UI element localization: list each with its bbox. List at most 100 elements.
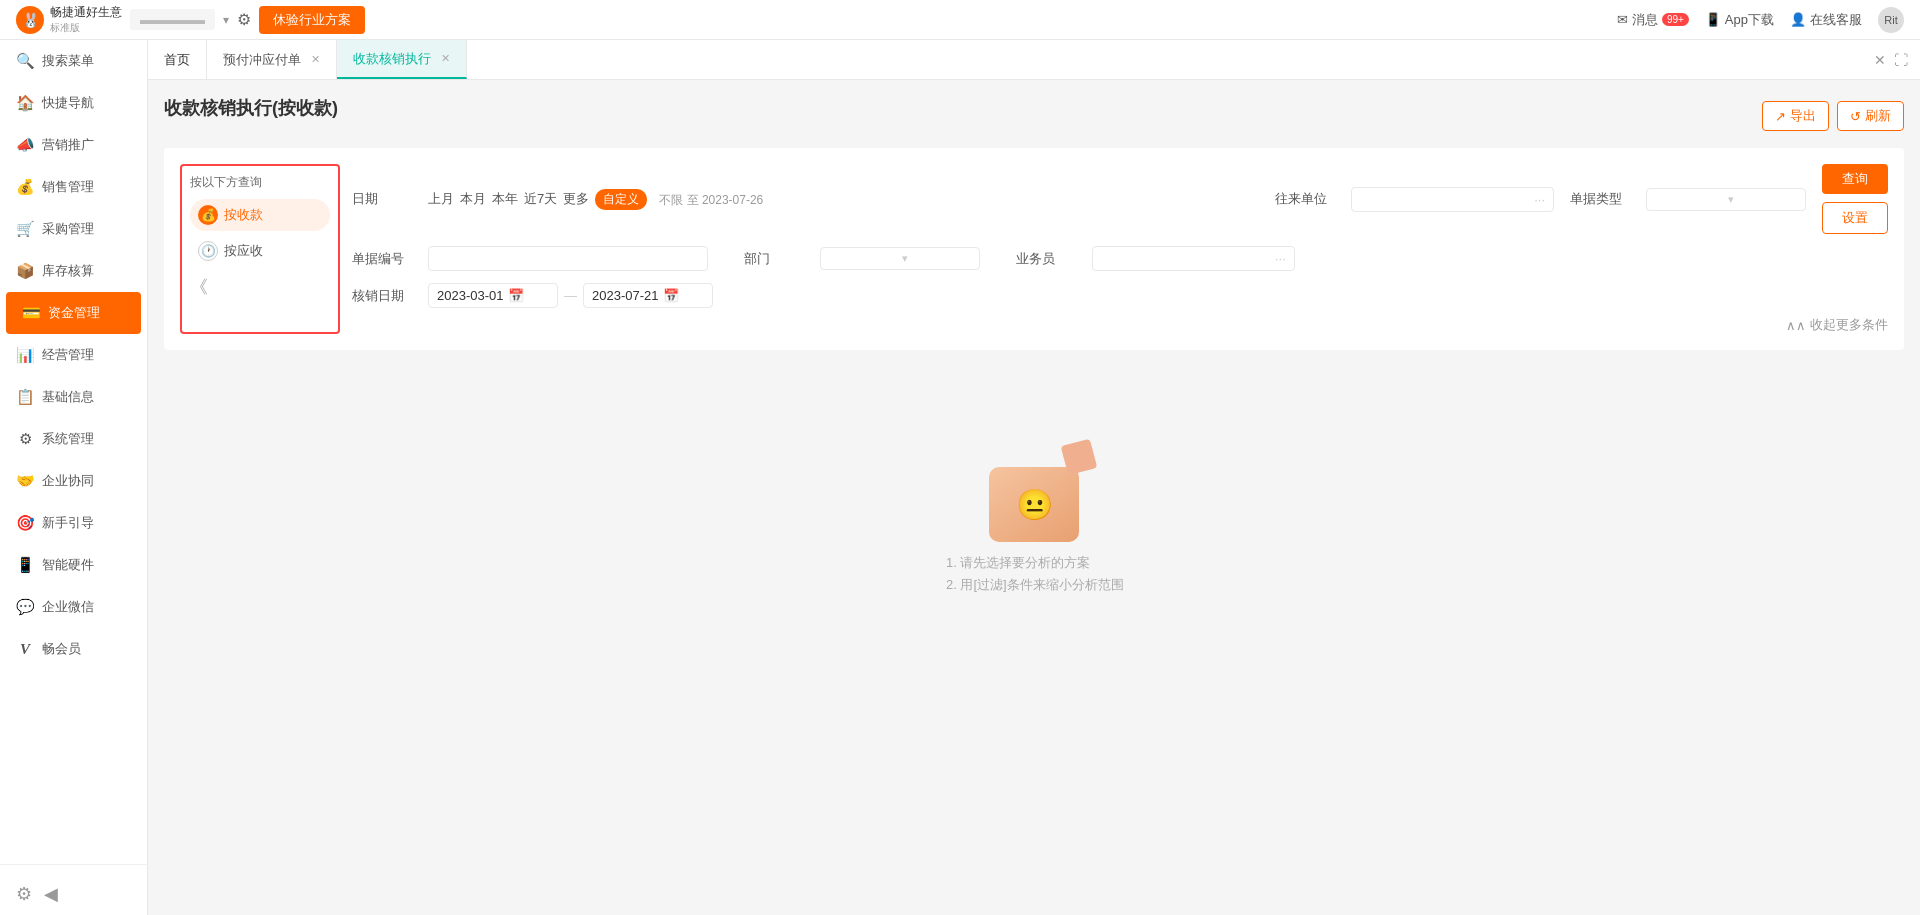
refresh-btn[interactable]: ↺ 刷新 xyxy=(1837,101,1904,131)
shortcut-this-year[interactable]: 本年 xyxy=(492,190,518,208)
tab-prepay[interactable]: 预付冲应付单 ✕ xyxy=(207,40,337,79)
logo-icon: 🐰 xyxy=(16,6,44,34)
sidebar-item-inventory[interactable]: 📦 库存核算 xyxy=(0,250,147,292)
system-icon: ⚙ xyxy=(16,430,34,448)
collapse-more-btn[interactable]: ∧∧ 收起更多条件 xyxy=(352,316,1888,334)
calendar-start-icon[interactable]: 📅 xyxy=(508,288,524,303)
query-btn[interactable]: 查询 xyxy=(1822,164,1888,194)
empty-box-illustration: 😐 xyxy=(989,467,1079,542)
salesman-dots-icon[interactable]: ··· xyxy=(1275,251,1286,266)
sidebar-item-search-menu[interactable]: 🔍 搜索菜单 xyxy=(0,40,147,82)
filter-fields: 日期 上月 本月 本年 近7天 更多 自定义 不限 至 2023-07-26 xyxy=(352,164,1888,334)
user-avatar[interactable]: Rit xyxy=(1878,7,1904,33)
sidebar-item-marketing[interactable]: 📣 营销推广 xyxy=(0,124,147,166)
tab-expand-btn[interactable]: ⛶ xyxy=(1894,52,1908,68)
sidebar-item-purchase[interactable]: 🛒 采购管理 xyxy=(0,208,147,250)
filter-actions: 查询 设置 xyxy=(1822,164,1888,234)
empty-face-icon: 😐 xyxy=(1016,487,1053,522)
industry-btn[interactable]: 休验行业方案 xyxy=(259,6,365,34)
sidebar-item-basic-info[interactable]: 📋 基础信息 xyxy=(0,376,147,418)
tab-bar: 首页 预付冲应付单 ✕ 收款核销执行 ✕ ✕ ⛶ xyxy=(148,40,1920,80)
doc-no-input[interactable] xyxy=(437,251,699,266)
sidebar-item-sales[interactable]: 💰 销售管理 xyxy=(0,166,147,208)
collapse-up-icon: ∧∧ xyxy=(1786,318,1806,333)
logo-name: 畅捷通好生意 xyxy=(50,4,122,21)
sidebar-item-hardware[interactable]: 📱 智能硬件 xyxy=(0,544,147,586)
sidebar-label-wechat: 企业微信 xyxy=(42,598,94,616)
beginner-icon: 🎯 xyxy=(16,514,34,532)
sales-icon: 💰 xyxy=(16,178,34,196)
dept-label: 部门 xyxy=(744,250,804,268)
empty-hint-2: 用[过滤]条件来缩小分析范围 xyxy=(960,576,1123,594)
sidebar-item-member[interactable]: V 畅会员 xyxy=(0,628,147,670)
filter-left-collapse[interactable]: 《 xyxy=(190,275,330,299)
tab-prepay-close[interactable]: ✕ xyxy=(311,53,320,66)
app-download-btn[interactable]: 📱 App下载 xyxy=(1705,11,1774,29)
sidebar-label-marketing: 营销推广 xyxy=(42,136,94,154)
doc-no-field[interactable] xyxy=(428,246,708,271)
shortcut-last-month[interactable]: 上月 xyxy=(428,190,454,208)
online-service-btn[interactable]: 👤 在线客服 xyxy=(1790,11,1862,29)
salesman-field[interactable]: ··· xyxy=(1092,246,1295,271)
salesman-input[interactable] xyxy=(1101,251,1269,266)
tab-home[interactable]: 首页 xyxy=(148,40,207,79)
gear-icon[interactable]: ⚙ xyxy=(237,10,251,29)
service-icon: 👤 xyxy=(1790,12,1806,27)
messages-btn[interactable]: ✉ 消息 99+ xyxy=(1617,11,1689,29)
filter-row-3: 核销日期 2023-03-01 📅 — 2023-07-21 📅 xyxy=(352,283,1888,308)
shortcut-more[interactable]: 更多 xyxy=(563,190,589,208)
doc-type-select[interactable]: ▾ xyxy=(1646,188,1806,211)
tab-close-btn[interactable]: ✕ xyxy=(1874,52,1886,68)
sidebar-item-finance[interactable]: 💳 资金管理 xyxy=(6,292,141,334)
sidebar-label-quick-nav: 快捷导航 xyxy=(42,94,94,112)
shortcut-custom[interactable]: 自定义 xyxy=(595,189,647,210)
shortcut-this-month[interactable]: 本月 xyxy=(460,190,486,208)
collapse-more-label: 收起更多条件 xyxy=(1810,316,1888,334)
sidebar-item-quick-nav[interactable]: 🏠 快捷导航 xyxy=(0,82,147,124)
refresh-icon: ↺ xyxy=(1850,109,1861,124)
sidebar-label-finance: 资金管理 xyxy=(48,304,100,322)
tab-receivable[interactable]: 收款核销执行 ✕ xyxy=(337,40,467,79)
counterpart-dots-icon[interactable]: ··· xyxy=(1534,192,1545,207)
company-name[interactable]: ▬▬▬▬▬ xyxy=(130,9,215,30)
sidebar-item-operations[interactable]: 📊 经营管理 xyxy=(0,334,147,376)
dept-select[interactable]: ▾ xyxy=(820,247,980,270)
salesman-label: 业务员 xyxy=(1016,250,1076,268)
counterpart-label: 往来单位 xyxy=(1275,190,1335,208)
content-area: 收款核销执行(按收款) ↗ 导出 ↺ 刷新 按以下方查询 xyxy=(148,80,1920,915)
sidebar-item-enterprise[interactable]: 🤝 企业协同 xyxy=(0,460,147,502)
operations-icon: 📊 xyxy=(16,346,34,364)
sidebar-item-system[interactable]: ⚙ 系统管理 xyxy=(0,418,147,460)
filter-row-1: 日期 上月 本月 本年 近7天 更多 自定义 不限 至 2023-07-26 xyxy=(352,164,1888,234)
sidebar-item-wechat[interactable]: 💬 企业微信 xyxy=(0,586,147,628)
filter-option-by-receivable[interactable]: 🕐 按应收 xyxy=(190,235,330,267)
calendar-end-icon[interactable]: 📅 xyxy=(663,288,679,303)
logo-area: 🐰 畅捷通好生意 标准版 xyxy=(16,4,122,35)
sidebar-label-inventory: 库存核算 xyxy=(42,262,94,280)
sidebar-label-hardware: 智能硬件 xyxy=(42,556,94,574)
sidebar-label-beginner: 新手引导 xyxy=(42,514,94,532)
shortcut-last-7-days[interactable]: 近7天 xyxy=(524,190,557,208)
sidebar-item-beginner[interactable]: 🎯 新手引导 xyxy=(0,502,147,544)
tab-prepay-label: 预付冲应付单 xyxy=(223,51,301,69)
tab-receivable-close[interactable]: ✕ xyxy=(441,52,450,65)
verify-date-start-input[interactable]: 2023-03-01 📅 xyxy=(428,283,558,308)
settings-btn[interactable]: 设置 xyxy=(1822,202,1888,234)
sidebar-settings-icon[interactable]: ⚙ xyxy=(16,883,32,905)
messages-label: 消息 xyxy=(1632,11,1658,29)
verify-date-end-input[interactable]: 2023-07-21 📅 xyxy=(583,283,713,308)
verify-date-label: 核销日期 xyxy=(352,287,412,305)
empty-hints: 请先选择要分析的方案 用[过滤]条件来缩小分析范围 xyxy=(944,554,1123,598)
verify-date-start-value: 2023-03-01 xyxy=(437,288,504,303)
user-name: Rit xyxy=(1884,14,1897,26)
refresh-label: 刷新 xyxy=(1865,107,1891,125)
counterpart-field[interactable]: ··· xyxy=(1351,187,1554,212)
counterpart-input[interactable] xyxy=(1360,192,1528,207)
filter-option-by-receipt[interactable]: 💰 按收款 xyxy=(190,199,330,231)
sidebar-label-purchase: 采购管理 xyxy=(42,220,94,238)
date-separator: — xyxy=(564,288,577,303)
chevron-down-icon[interactable]: ▾ xyxy=(223,13,229,27)
date-shortcuts-group: 上月 本月 本年 近7天 更多 自定义 不限 至 2023-07-26 xyxy=(428,189,763,210)
export-btn[interactable]: ↗ 导出 xyxy=(1762,101,1829,131)
sidebar-collapse-icon[interactable]: ◀ xyxy=(44,883,58,905)
